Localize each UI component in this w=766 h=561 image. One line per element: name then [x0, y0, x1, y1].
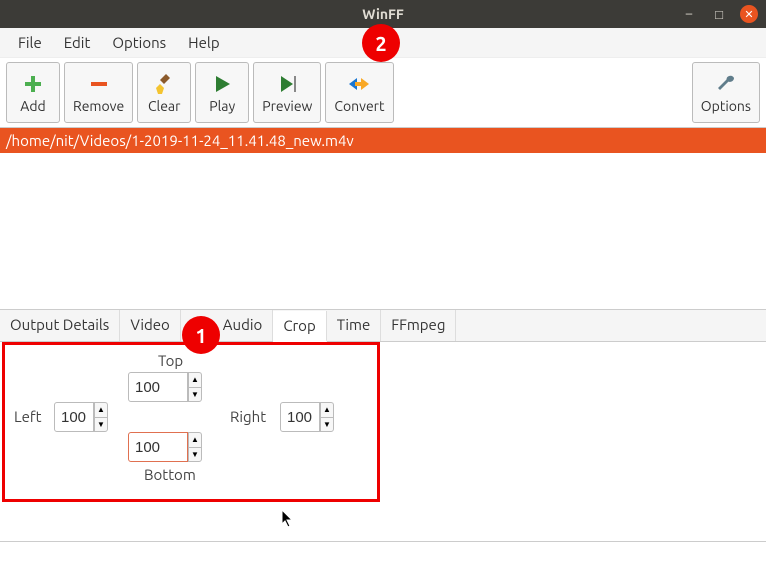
toolbar-spacer: [398, 62, 688, 123]
broom-icon: [152, 72, 176, 96]
convert-label: Convert: [334, 98, 384, 114]
crop-top-spinner[interactable]: ▲ ▼: [128, 372, 202, 402]
annotation-badge-2: 2: [362, 24, 400, 62]
tab-ffmpeg[interactable]: FFmpeg: [381, 310, 456, 341]
chevron-down-icon[interactable]: ▼: [188, 447, 202, 462]
add-button[interactable]: Add: [6, 62, 60, 123]
toolbar: Add Remove Clear Play Preview Convert Op…: [0, 58, 766, 128]
options-button[interactable]: Options: [692, 62, 760, 123]
crop-left-label: Left: [14, 408, 42, 425]
play-icon: [210, 72, 234, 96]
crop-top-label: Top: [158, 352, 183, 369]
footer-divider: [0, 541, 766, 542]
chevron-down-icon[interactable]: ▼: [94, 417, 108, 432]
maximize-icon[interactable]: □: [710, 5, 728, 23]
window-title: WinFF: [362, 6, 404, 22]
chevron-up-icon[interactable]: ▲: [188, 432, 202, 447]
chevron-up-icon[interactable]: ▲: [320, 402, 334, 417]
play-button[interactable]: Play: [195, 62, 249, 123]
crop-bottom-input[interactable]: [128, 432, 188, 462]
tab-time[interactable]: Time: [327, 310, 382, 341]
preview-button[interactable]: Preview: [253, 62, 321, 123]
plus-icon: [21, 72, 45, 96]
menu-help[interactable]: Help: [178, 30, 229, 55]
options-label: Options: [701, 98, 751, 114]
mouse-cursor-icon: [282, 510, 296, 532]
menu-edit[interactable]: Edit: [54, 30, 101, 55]
convert-icon: [347, 72, 371, 96]
crop-panel: Top ▲ ▼ Left ▲ ▼ Right ▲ ▼: [0, 342, 766, 522]
clear-button[interactable]: Clear: [137, 62, 191, 123]
crop-left-input[interactable]: [54, 402, 94, 432]
chevron-down-icon[interactable]: ▼: [320, 417, 334, 432]
play-label: Play: [209, 98, 235, 114]
tabbar: Output Details Video Audio Crop Time FFm…: [0, 309, 766, 342]
annotation-badge-1: 1: [182, 316, 220, 354]
crop-right-spinner[interactable]: ▲ ▼: [280, 402, 334, 432]
tab-output-details[interactable]: Output Details: [0, 310, 120, 341]
crop-right-label: Right: [230, 408, 266, 425]
convert-button[interactable]: Convert: [325, 62, 393, 123]
crop-top-input[interactable]: [128, 372, 188, 402]
window-controls: – □ ✕: [680, 5, 758, 23]
chevron-down-icon[interactable]: ▼: [188, 387, 202, 402]
chevron-up-icon[interactable]: ▲: [188, 372, 202, 387]
menu-options[interactable]: Options: [102, 30, 176, 55]
menu-file[interactable]: File: [8, 30, 52, 55]
tab-crop[interactable]: Crop: [273, 311, 326, 342]
list-item[interactable]: /home/nit/Videos/1-2019-11-24_11.41.48_n…: [0, 128, 766, 153]
crop-bottom-spinner[interactable]: ▲ ▼: [128, 432, 202, 462]
file-list-area[interactable]: [0, 153, 766, 309]
file-list[interactable]: /home/nit/Videos/1-2019-11-24_11.41.48_n…: [0, 128, 766, 153]
minimize-icon[interactable]: –: [680, 5, 698, 23]
minus-icon: [87, 72, 111, 96]
preview-label: Preview: [262, 98, 312, 114]
wrench-icon: [714, 72, 738, 96]
tab-video[interactable]: Video: [120, 310, 180, 341]
clear-label: Clear: [148, 98, 180, 114]
chevron-up-icon[interactable]: ▲: [94, 402, 108, 417]
crop-left-spinner[interactable]: ▲ ▼: [54, 402, 108, 432]
crop-right-input[interactable]: [280, 402, 320, 432]
add-label: Add: [20, 98, 45, 114]
crop-grid: Top ▲ ▼ Left ▲ ▼ Right ▲ ▼: [8, 350, 388, 500]
close-icon[interactable]: ✕: [740, 5, 758, 23]
remove-label: Remove: [73, 98, 124, 114]
crop-bottom-label: Bottom: [144, 466, 196, 483]
remove-button[interactable]: Remove: [64, 62, 133, 123]
preview-icon: [275, 72, 299, 96]
